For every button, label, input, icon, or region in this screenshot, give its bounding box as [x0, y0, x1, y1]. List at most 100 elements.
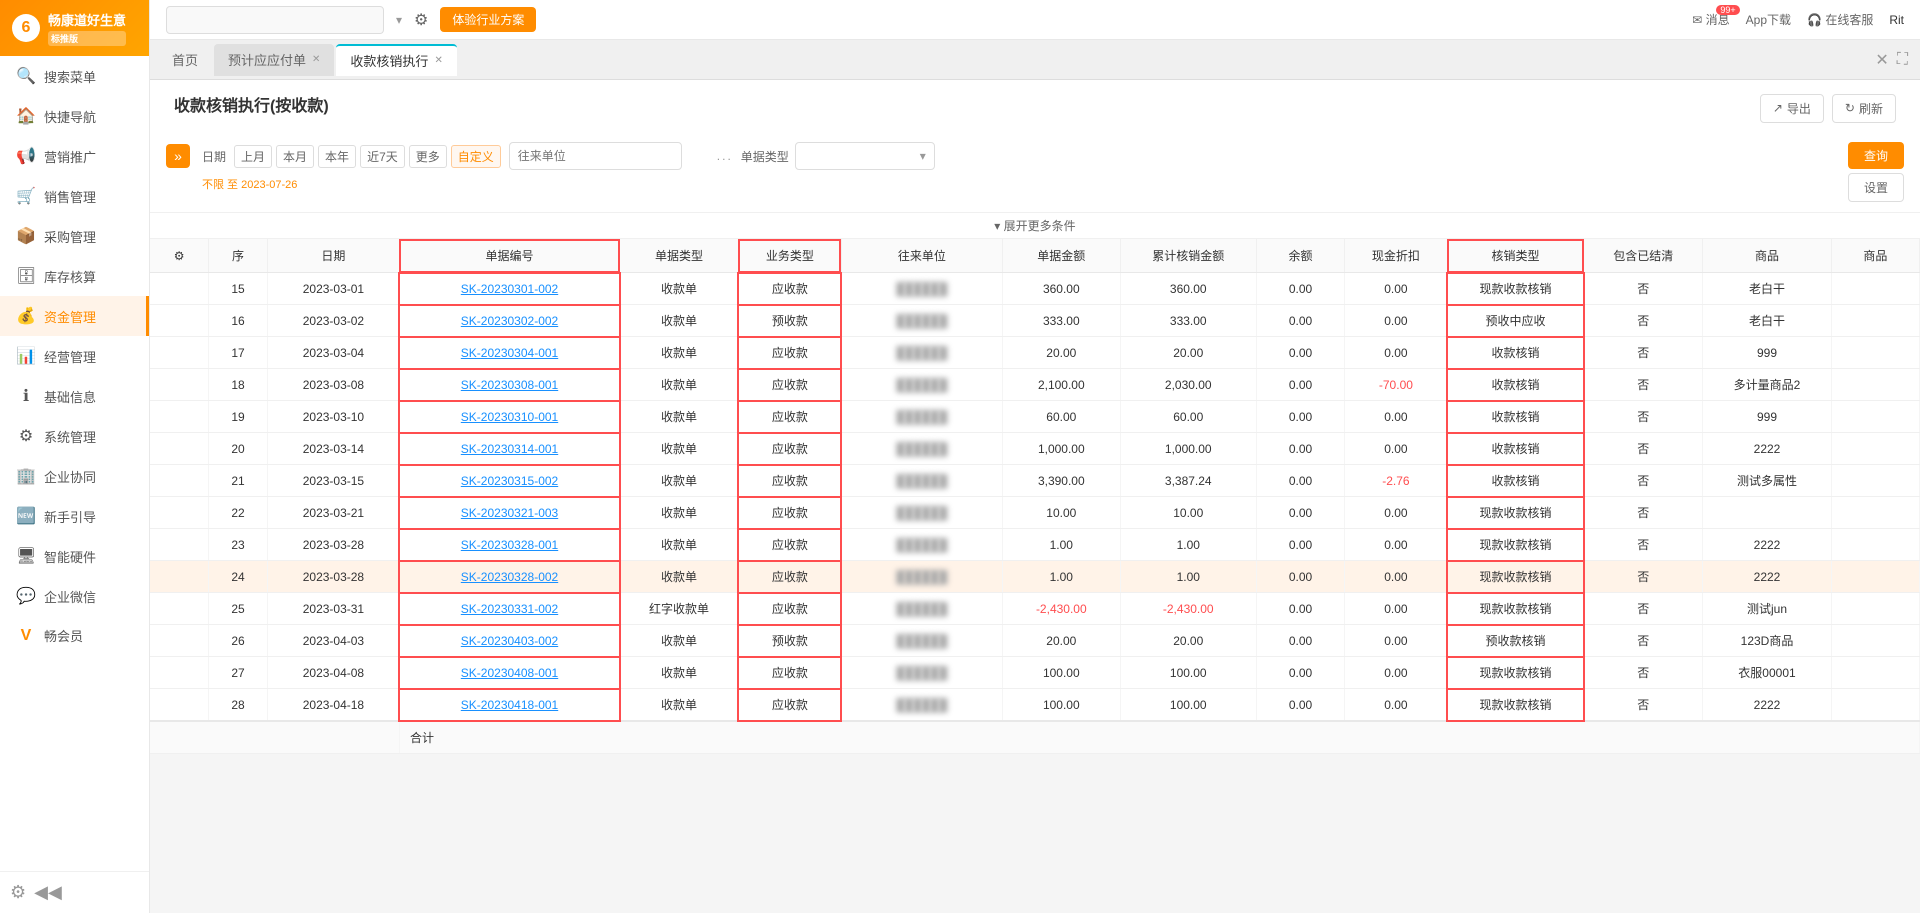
search-wrapper[interactable]: [166, 6, 384, 34]
online-service-link[interactable]: 🎧 在线客服: [1807, 11, 1873, 28]
sidebar-item-basic[interactable]: ℹ 基础信息: [0, 376, 149, 416]
sn-link[interactable]: SK-20230328-002: [461, 570, 558, 584]
sn-link[interactable]: SK-20230315-002: [461, 474, 558, 488]
sidebar-item-marketing[interactable]: 📢 营销推广: [0, 136, 149, 176]
sn-link[interactable]: SK-20230314-001: [461, 442, 558, 456]
export-button[interactable]: ↗ 导出: [1760, 94, 1824, 123]
date-btn-last-month[interactable]: 上月: [234, 145, 272, 168]
td-gear: [150, 337, 209, 369]
tab-cancel-close[interactable]: ✕: [434, 55, 442, 66]
td-sn[interactable]: SK-20230418-001: [399, 689, 619, 722]
tab-fullscreen-icon[interactable]: ⛶: [1897, 51, 1908, 69]
td-sn[interactable]: SK-20230403-002: [399, 625, 619, 657]
settings-bottom-icon[interactable]: ⚙: [10, 882, 26, 903]
filter-toggle-button[interactable]: »: [166, 144, 190, 168]
td-sn[interactable]: SK-20230315-002: [399, 465, 619, 497]
sidebar-item-quicknav[interactable]: 🏠 快捷导航: [0, 96, 149, 136]
tab-home[interactable]: 首页: [158, 44, 212, 76]
td-sn[interactable]: SK-20230310-001: [399, 401, 619, 433]
sn-link[interactable]: SK-20230408-001: [461, 666, 558, 680]
sidebar-item-guide[interactable]: 🆕 新手引导: [0, 496, 149, 536]
date-btn-this-year[interactable]: 本年: [318, 145, 356, 168]
sn-link[interactable]: SK-20230418-001: [461, 698, 558, 712]
search-icon: 🔍: [16, 66, 36, 86]
doc-type-select[interactable]: ▾: [795, 142, 935, 170]
td-goods: 2222: [1703, 689, 1832, 722]
td-sn[interactable]: SK-20230302-002: [399, 305, 619, 337]
message-badge-wrapper[interactable]: ✉ 消息 99+: [1692, 11, 1729, 28]
table-scroll[interactable]: ⚙ 序 日期 单据编号 单据类型 业务类型 往来单位 单据金额 累计核销金额 余…: [150, 239, 1920, 754]
sn-link[interactable]: SK-20230328-001: [461, 538, 558, 552]
sn-link[interactable]: SK-20230302-002: [461, 314, 558, 328]
sn-link[interactable]: SK-20230403-002: [461, 634, 558, 648]
sidebar-item-inventory[interactable]: 🗄 库存核算: [0, 256, 149, 296]
sidebar-item-label: 新手引导: [44, 507, 96, 526]
sn-link[interactable]: SK-20230321-003: [461, 506, 558, 520]
td-date: 2023-03-28: [267, 529, 399, 561]
corp-icon: 🏢: [16, 466, 36, 486]
sidebar-item-system[interactable]: ⚙ 系统管理: [0, 416, 149, 456]
td-goods: 老白干: [1703, 273, 1832, 305]
dropdown-arrow-icon[interactable]: ▾: [396, 13, 402, 27]
sn-link[interactable]: SK-20230310-001: [461, 410, 558, 424]
sidebar-item-wechat[interactable]: 💬 企业微信: [0, 576, 149, 616]
td-sn[interactable]: SK-20230304-001: [399, 337, 619, 369]
td-goods: 老白干: [1703, 305, 1832, 337]
th-amount: 单据金额: [1003, 239, 1120, 273]
td-accum: 1.00: [1120, 529, 1257, 561]
td-date: 2023-04-08: [267, 657, 399, 689]
filter-row-2: 不限 至 2023-07-26: [202, 176, 1836, 192]
app-download-link[interactable]: App下载: [1746, 11, 1791, 28]
search-input[interactable]: [175, 6, 375, 34]
td-balance: 0.00: [1257, 497, 1345, 529]
tab-prepay-close[interactable]: ✕: [312, 54, 320, 65]
td-sn[interactable]: SK-20230408-001: [399, 657, 619, 689]
td-sn[interactable]: SK-20230331-002: [399, 593, 619, 625]
sn-link[interactable]: SK-20230331-002: [461, 602, 558, 616]
td-cancel-type: 现款收款核销: [1447, 273, 1584, 305]
gear-icon[interactable]: ⚙: [414, 10, 428, 30]
query-button[interactable]: 查询: [1848, 142, 1904, 169]
td-sn[interactable]: SK-20230314-001: [399, 433, 619, 465]
settings-button[interactable]: 设置: [1848, 173, 1904, 202]
td-balance: 0.00: [1257, 465, 1345, 497]
sidebar-item-hardware[interactable]: 🖥 智能硬件: [0, 536, 149, 576]
sidebar-item-purchase[interactable]: 📦 采购管理: [0, 216, 149, 256]
td-sn[interactable]: SK-20230328-002: [399, 561, 619, 593]
sidebar-item-search[interactable]: 🔍 搜索菜单: [0, 56, 149, 96]
td-discount: 0.00: [1345, 497, 1448, 529]
date-buttons: 上月 本月 本年 近7天 更多 自定义: [234, 145, 501, 168]
td-cancel-type: 预收中应收: [1447, 305, 1584, 337]
sidebar-item-sales[interactable]: 🛒 销售管理: [0, 176, 149, 216]
tab-prepay[interactable]: 预计应应付单 ✕: [214, 44, 334, 76]
date-btn-7days[interactable]: 近7天: [360, 145, 405, 168]
td-sn[interactable]: SK-20230308-001: [399, 369, 619, 401]
date-btn-this-month[interactable]: 本月: [276, 145, 314, 168]
sidebar-item-operation[interactable]: 📊 经营管理: [0, 336, 149, 376]
solution-button[interactable]: 体验行业方案: [440, 7, 536, 32]
sidebar-item-finance[interactable]: 💰 资金管理: [0, 296, 149, 336]
td-sn[interactable]: SK-20230301-002: [399, 273, 619, 305]
td-goods: [1703, 497, 1832, 529]
tab-close-all-icon[interactable]: ✕: [1875, 50, 1888, 70]
sn-link[interactable]: SK-20230308-001: [461, 378, 558, 392]
date-btn-custom[interactable]: 自定义: [451, 145, 501, 168]
date-btn-more[interactable]: 更多: [409, 145, 447, 168]
filter-area: » 日期 上月 本月 本年 近7天 更多 自定义 ...: [150, 132, 1920, 213]
th-gear[interactable]: ⚙: [150, 239, 209, 273]
td-sn[interactable]: SK-20230328-001: [399, 529, 619, 561]
td-goods: 999: [1703, 337, 1832, 369]
sn-link[interactable]: SK-20230301-002: [461, 282, 558, 296]
refresh-button[interactable]: ↻ 刷新: [1832, 94, 1896, 123]
partner-input-wrapper: [509, 142, 709, 170]
td-discount: 0.00: [1345, 593, 1448, 625]
sidebar-item-member[interactable]: V 畅会员: [0, 616, 149, 655]
expand-more-button[interactable]: ▾ 展开更多条件: [994, 217, 1075, 234]
td-sn[interactable]: SK-20230321-003: [399, 497, 619, 529]
sidebar-item-corp[interactable]: 🏢 企业协同: [0, 456, 149, 496]
sn-link[interactable]: SK-20230304-001: [461, 346, 558, 360]
collapse-icon[interactable]: ◀◀: [34, 882, 62, 903]
td-discount: 0.00: [1345, 433, 1448, 465]
tab-cancel[interactable]: 收款核销执行 ✕: [336, 44, 456, 76]
partner-input[interactable]: [509, 142, 682, 170]
